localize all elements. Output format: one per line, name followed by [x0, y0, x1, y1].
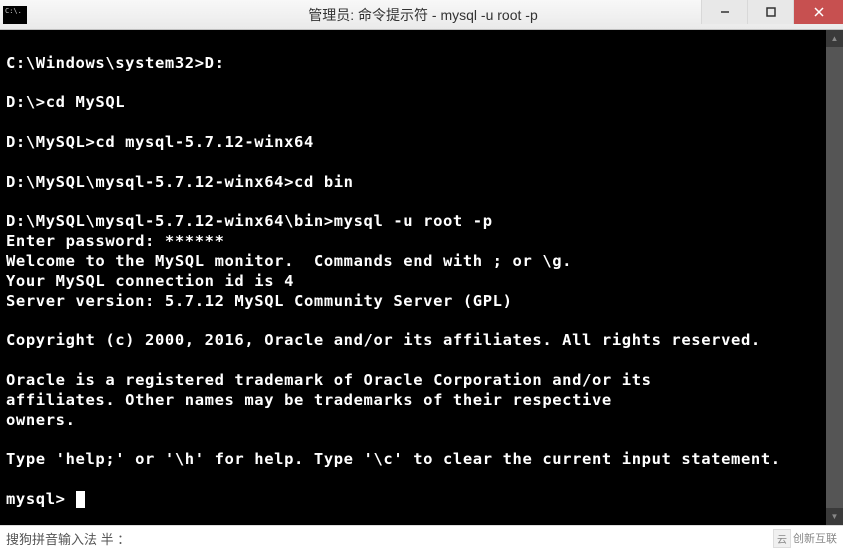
- cmd-icon: C:\.: [3, 6, 27, 24]
- ime-status-bar: 搜狗拼音输入法 半 ： 云 创新互联: [0, 525, 843, 550]
- scroll-up-arrow[interactable]: ▲: [826, 30, 843, 47]
- window-titlebar: C:\. 管理员: 命令提示符 - mysql -u root -p: [0, 0, 843, 30]
- window-controls: [701, 0, 843, 24]
- vertical-scrollbar[interactable]: ▲ ▼: [826, 30, 843, 525]
- maximize-button[interactable]: [747, 0, 793, 24]
- scrollbar-thumb[interactable]: [826, 47, 843, 508]
- terminal-cursor: [76, 491, 85, 508]
- terminal-output[interactable]: C:\Windows\system32>D: D:\>cd MySQL D:\M…: [0, 30, 843, 525]
- minimize-button[interactable]: [701, 0, 747, 24]
- watermark-text: 创新互联: [793, 530, 837, 546]
- scroll-down-arrow[interactable]: ▼: [826, 508, 843, 525]
- watermark: 云 创新互联: [773, 529, 837, 548]
- ime-text: 搜狗拼音输入法 半 ：: [6, 529, 130, 548]
- close-button[interactable]: [793, 0, 843, 24]
- watermark-badge: 云: [773, 529, 791, 548]
